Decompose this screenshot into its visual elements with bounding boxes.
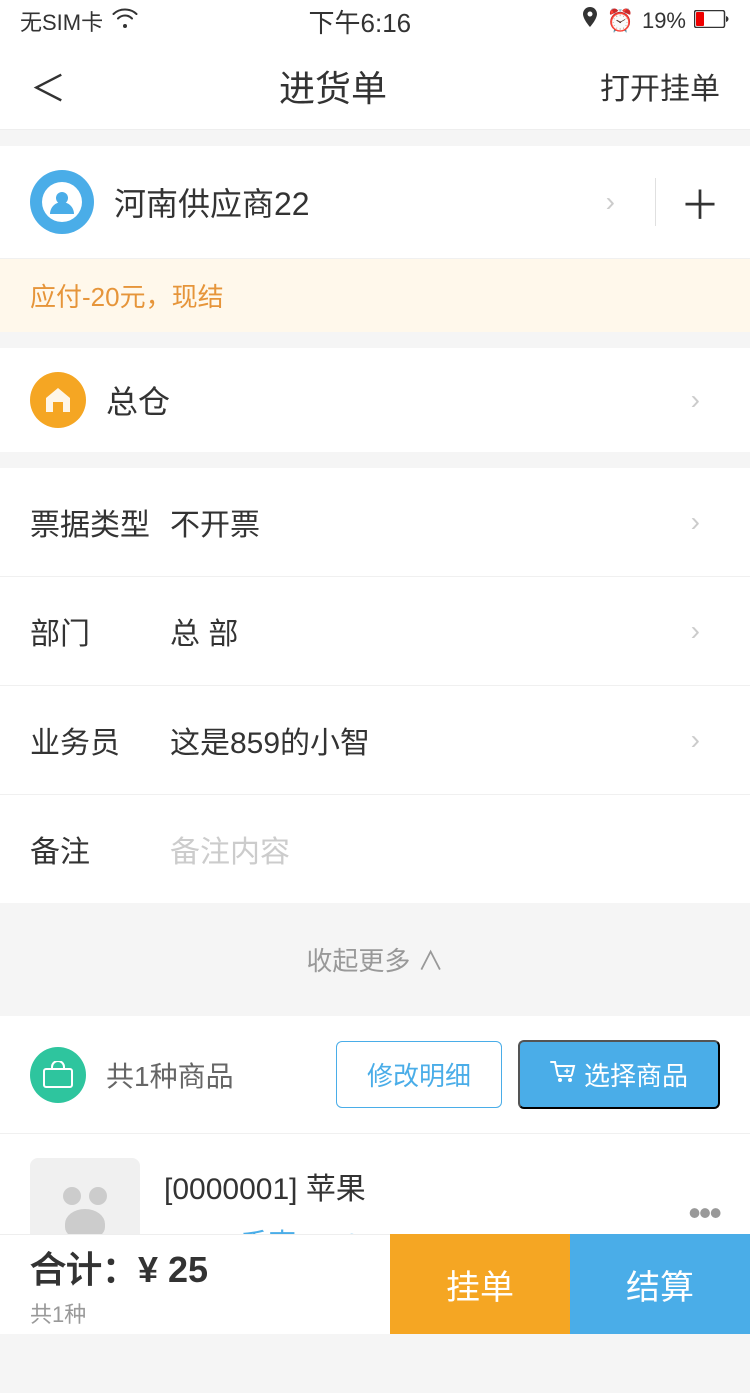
battery-text: 19% xyxy=(642,8,686,34)
collapse-bar[interactable]: 收起更多 ∧ xyxy=(0,919,750,1000)
invoice-value: 不开票 xyxy=(170,500,691,544)
status-right: ⏰ 19% xyxy=(581,7,730,35)
add-supplier-button[interactable]: ＋ xyxy=(680,173,720,231)
owl-logo xyxy=(63,1187,107,1239)
nav-bar: ＜ 进货单 打开挂单 xyxy=(0,42,750,130)
dept-row[interactable]: 部门 总 部 › xyxy=(0,577,750,686)
product-code: [0000001] xyxy=(164,1173,297,1206)
products-header: 共1种商品 修改明细 选择商品 xyxy=(0,1016,750,1134)
total-amount: 合计：¥ 25 xyxy=(30,1241,360,1293)
status-bar: 无SIM卡 下午6:16 ⏰ 19% xyxy=(0,0,750,42)
warehouse-row[interactable]: 总仓 › xyxy=(0,348,750,452)
dept-chevron-icon: › xyxy=(691,615,700,647)
warehouse-section[interactable]: 总仓 › xyxy=(0,348,750,452)
owl-eye-left xyxy=(63,1187,81,1205)
divider-top xyxy=(0,130,750,146)
more-options-button[interactable]: ••• xyxy=(688,1192,720,1234)
total-value: ¥ 25 xyxy=(138,1249,208,1290)
invoice-label: 票据类型 xyxy=(30,500,170,544)
invoice-row[interactable]: 票据类型 不开票 › xyxy=(0,468,750,577)
select-product-label: 选择商品 xyxy=(584,1056,688,1093)
form-section: 票据类型 不开票 › 部门 总 部 › 业务员 这是859的小智 › 备注 备注… xyxy=(0,468,750,903)
alarm-icon: ⏰ xyxy=(607,8,634,34)
open-hang-button[interactable]: 打开挂单 xyxy=(600,64,720,108)
vertical-divider xyxy=(655,178,656,226)
owl-eyes xyxy=(63,1187,107,1205)
product-title: 苹果 xyxy=(306,1173,366,1206)
remark-row[interactable]: 备注 备注内容 xyxy=(0,795,750,903)
status-left: 无SIM卡 xyxy=(20,5,139,37)
divider-mid xyxy=(0,1000,750,1016)
sales-label: 业务员 xyxy=(30,718,170,762)
checkout-button[interactable]: 结算 xyxy=(570,1234,750,1334)
sales-chevron-icon: › xyxy=(691,724,700,756)
supplier-name: 河南供应商22 xyxy=(114,179,606,225)
products-count: 共1种商品 xyxy=(106,1055,336,1095)
status-time: 下午6:16 xyxy=(309,3,412,40)
alert-banner: 应付-20元，现结 xyxy=(0,259,750,332)
sales-value: 这是859的小智 xyxy=(170,718,691,762)
supplier-row[interactable]: 河南供应商22 › ＋ xyxy=(0,146,750,259)
warehouse-name: 总仓 xyxy=(106,377,691,423)
back-button[interactable]: ＜ xyxy=(30,60,66,112)
dept-value: 总 部 xyxy=(170,609,691,653)
signal-text: 无SIM卡 xyxy=(20,5,103,37)
invoice-chevron-icon: › xyxy=(691,506,700,538)
items-count: 共1种 xyxy=(30,1297,360,1329)
supplier-section: 河南供应商22 › ＋ 应付-20元，现结 xyxy=(0,146,750,332)
order-summary: 合计：¥ 25 共1种 xyxy=(0,1234,390,1334)
total-label: 合计： xyxy=(30,1249,138,1290)
warehouse-chevron-icon: › xyxy=(691,384,700,416)
select-product-button[interactable]: 选择商品 xyxy=(518,1040,720,1109)
owl-eye-right xyxy=(89,1187,107,1205)
page-title: 进货单 xyxy=(279,60,387,112)
location-icon xyxy=(581,7,599,35)
battery-icon xyxy=(694,8,730,34)
supplier-avatar xyxy=(30,170,94,234)
product-name: [0000001] 苹果 xyxy=(164,1164,688,1208)
edit-detail-button[interactable]: 修改明细 xyxy=(336,1041,502,1108)
remark-label: 备注 xyxy=(30,827,170,871)
avatar-inner xyxy=(42,182,82,222)
hang-order-button[interactable]: 挂单 xyxy=(390,1234,570,1334)
cart-icon xyxy=(550,1059,576,1090)
warehouse-icon xyxy=(30,372,86,428)
sales-row[interactable]: 业务员 这是859的小智 › xyxy=(0,686,750,795)
dept-label: 部门 xyxy=(30,609,170,653)
wifi-icon xyxy=(111,8,139,34)
remark-input[interactable]: 备注内容 xyxy=(170,827,720,871)
supplier-chevron-icon: › xyxy=(606,186,615,218)
bottom-bar: 合计：¥ 25 共1种 挂单 结算 xyxy=(0,1234,750,1334)
products-icon xyxy=(30,1047,86,1103)
